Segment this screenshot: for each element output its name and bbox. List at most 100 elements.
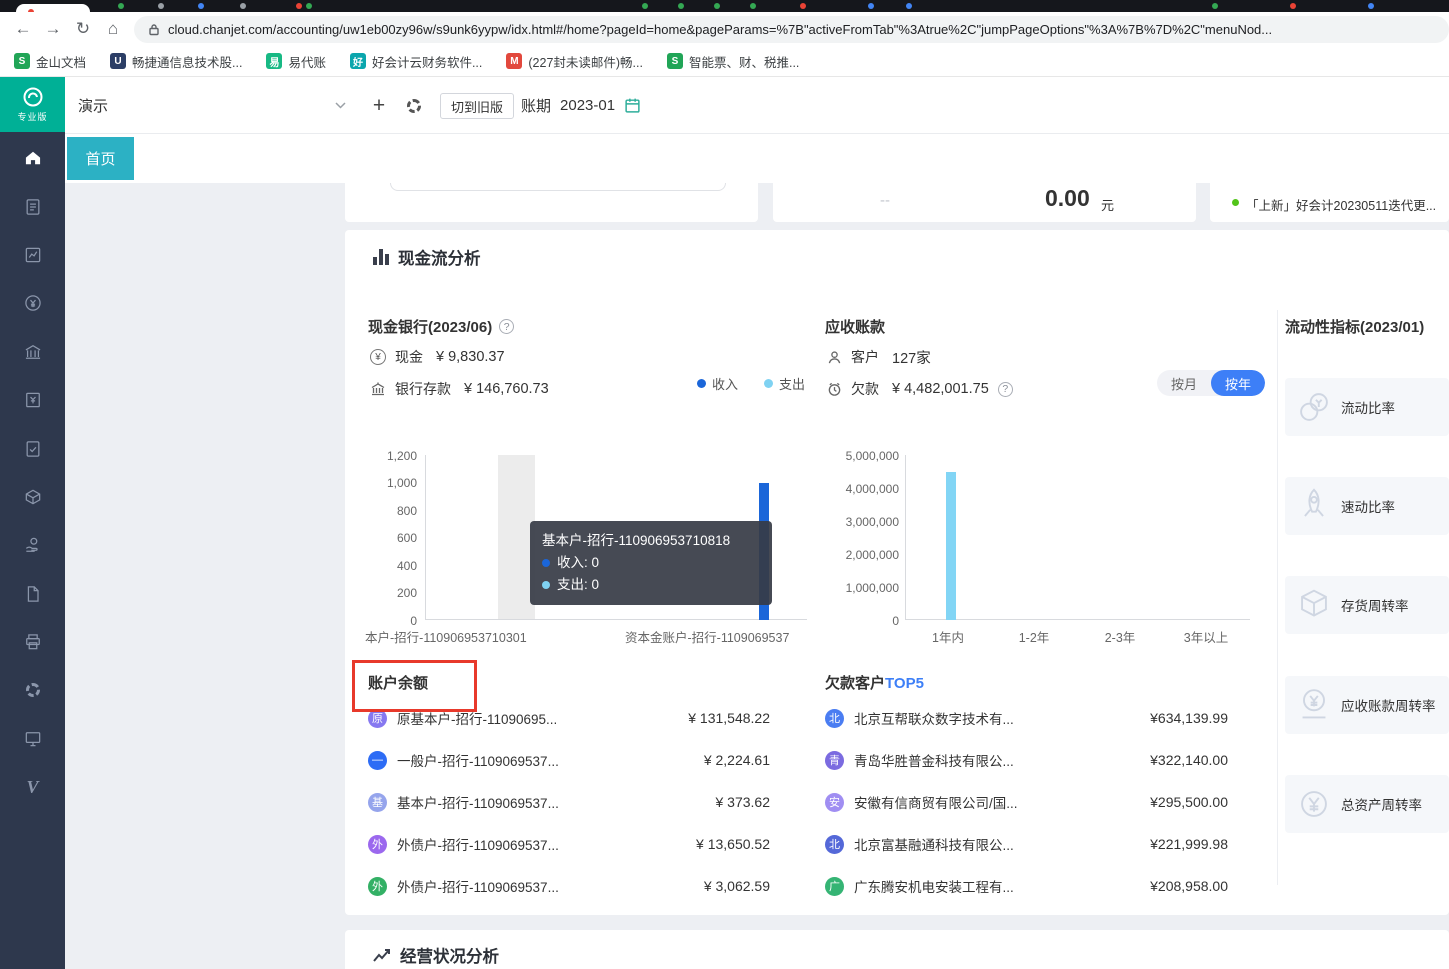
bookmark-favicon: S — [666, 53, 683, 69]
x-axis-label: 资本金账户-招行-1109069537 — [625, 631, 790, 645]
deposit-label: 银行存款 — [395, 381, 451, 397]
debtor-name: 青岛华胜普金科技有限公... — [854, 754, 1014, 769]
debtor-row[interactable]: 北 北京互帮联众数字技术有... ¥634,139.99 — [825, 706, 1228, 730]
receivable-title-text: 应收账款 — [825, 319, 886, 336]
settings-button[interactable] — [399, 77, 429, 134]
sidebar-item-settings[interactable] — [0, 666, 65, 714]
tab-favicon-dot[interactable] — [906, 3, 912, 9]
browser-tab-strip[interactable] — [0, 0, 1449, 15]
sidebar-item-printer[interactable] — [0, 618, 65, 666]
legend-expense[interactable]: 支出 — [764, 374, 805, 393]
tab-favicon-dot[interactable] — [306, 3, 312, 9]
browser-active-tab[interactable] — [16, 4, 90, 15]
sidebar-item-brand-v[interactable]: V — [0, 763, 65, 811]
forward-button[interactable]: → — [38, 19, 68, 39]
liquidity-item[interactable]: 速动比率 — [1285, 477, 1449, 535]
sidebar-item-asset[interactable] — [0, 328, 65, 376]
tab-favicon-dot[interactable] — [296, 3, 302, 9]
bookmark-item[interactable]: S 金山文档 — [14, 52, 86, 71]
debtor-row[interactable]: 青 青岛华胜普金科技有限公... ¥322,140.00 — [825, 748, 1228, 772]
tab-favicon-dot[interactable] — [642, 3, 648, 9]
sidebar-item-tax[interactable] — [0, 424, 65, 472]
tab-favicon-dot[interactable] — [714, 3, 720, 9]
liquidity-item[interactable]: 应收账款周转率 — [1285, 676, 1449, 734]
news-item[interactable]: 「上新」好会计20230511迭代更... — [1246, 195, 1436, 214]
debtor-name: 北京富基融通科技有限公... — [854, 838, 1014, 853]
aging-toggle: 按月 按年 — [1157, 370, 1265, 396]
screen: ← → ↻ ⌂ cloud.chanjet.com/accounting/uw1… — [0, 0, 1449, 969]
bookmark-item[interactable]: 易易代账 — [266, 52, 326, 71]
receivable-aging-chart[interactable] — [905, 455, 1250, 620]
back-button[interactable]: ← — [8, 19, 38, 39]
address-bar[interactable]: cloud.chanjet.com/accounting/uw1eb00zy96… — [134, 15, 1449, 43]
switch-old-version-button[interactable]: 切到旧版 — [440, 93, 515, 119]
tab-favicon-dot[interactable] — [1212, 3, 1218, 9]
liquidity-item[interactable]: 存货周转率 — [1285, 576, 1449, 634]
cash-icon: ¥ — [370, 349, 386, 365]
top5-title: 欠款客户TOP5 — [825, 672, 924, 693]
sidebar-item-invoice[interactable] — [0, 376, 65, 424]
tab-favicon-dot[interactable] — [198, 3, 204, 9]
tab-favicon-dot[interactable] — [868, 3, 874, 9]
stat-amount: 0.00 — [1045, 185, 1090, 211]
debtor-row[interactable]: 广 广东腾安机电安装工程有... ¥208,958.00 — [825, 874, 1228, 898]
chevron-down-icon — [335, 102, 346, 109]
workspace-select[interactable]: 演示 — [78, 77, 346, 134]
sidebar-item-funds[interactable] — [0, 279, 65, 327]
tab-home[interactable]: 首页 — [67, 137, 134, 180]
cash-row: ¥ 现金 ¥ 9,830.37 — [370, 346, 505, 368]
legend-income[interactable]: 收入 — [697, 374, 738, 393]
sidebar-item-report[interactable] — [0, 231, 65, 279]
sidebar-item-home[interactable] — [0, 134, 65, 182]
account-row[interactable]: 基 基本户-招行-1109069537... ¥ 373.62 — [368, 790, 770, 814]
calendar-icon[interactable] — [624, 97, 641, 114]
tab-favicon-dot[interactable] — [1368, 3, 1374, 9]
liquidity-item[interactable]: 流动比率 — [1285, 378, 1449, 436]
customers-label: 客户 — [851, 349, 879, 365]
period-value[interactable]: 2023-01 — [560, 97, 615, 114]
aging-bar[interactable] — [946, 472, 956, 620]
sidebar-item-inventory[interactable] — [0, 473, 65, 521]
account-name: 外债户-招行-1109069537... — [397, 880, 559, 895]
toggle-year[interactable]: 按年 — [1211, 370, 1265, 396]
account-row[interactable]: — 一般户-招行-1109069537... ¥ 2,224.61 — [368, 748, 770, 772]
yen-hand-icon — [1302, 689, 1326, 719]
y-axis-tick: 4,000,000 — [845, 482, 899, 496]
account-balance: ¥ 13,650.52 — [696, 836, 770, 852]
help-icon[interactable]: ? — [997, 381, 1013, 397]
bookmark-item[interactable]: 好好会计云财务软件... — [349, 52, 482, 71]
y-axis-tick: 1,000,000 — [845, 581, 899, 595]
tab-favicon-dot[interactable] — [158, 3, 164, 9]
debtor-name: 北京互帮联众数字技术有... — [854, 712, 1014, 727]
bookmark-item[interactable]: S 智能票、财、税推... — [666, 52, 799, 71]
tab-favicon-dot[interactable] — [1290, 3, 1296, 9]
bookmark-item[interactable]: M (227封未读邮件)畅... — [506, 52, 643, 71]
help-icon[interactable]: ? — [499, 319, 515, 334]
reload-button[interactable]: ↻ — [68, 19, 98, 39]
sidebar-item-archive[interactable] — [0, 570, 65, 618]
tab-favicon-dot[interactable] — [750, 3, 756, 9]
sidebar-item-voucher[interactable] — [0, 182, 65, 230]
debtor-row[interactable]: 北 北京富基融通科技有限公... ¥221,999.98 — [825, 832, 1228, 856]
cash-bank-title: 现金银行(2023/06) ? — [368, 316, 515, 337]
liquidity-title: 流动性指标(2023/01) — [1285, 316, 1424, 337]
liquidity-item[interactable]: 总资产周转率 — [1285, 775, 1449, 833]
x-axis-label: 1年内 — [932, 631, 964, 645]
toggle-month[interactable]: 按月 — [1157, 370, 1211, 396]
url-text[interactable]: cloud.chanjet.com/accounting/uw1eb00zy96… — [168, 22, 1272, 37]
app-logo[interactable]: 专业版 — [0, 77, 65, 132]
tab-favicon-dot[interactable] — [800, 3, 806, 9]
add-account-set-button[interactable]: + — [363, 77, 395, 134]
tab-favicon-dot[interactable] — [118, 3, 124, 9]
bookmark-item[interactable]: U 畅捷通信息技术股... — [110, 52, 242, 71]
tab-favicon-dot[interactable] — [678, 3, 684, 9]
tab-favicon-dot[interactable] — [240, 3, 246, 9]
home-button[interactable]: ⌂ — [98, 19, 128, 39]
sidebar-item-monitor[interactable] — [0, 715, 65, 763]
sidebar-item-salary[interactable] — [0, 521, 65, 569]
voucher-icon — [26, 198, 39, 215]
account-row[interactable]: 外 外债户-招行-1109069537... ¥ 13,650.52 — [368, 832, 770, 856]
debtor-row[interactable]: 安 安徽有信商贸有限公司/国... ¥295,500.00 — [825, 790, 1228, 814]
account-balance: ¥ 2,224.61 — [703, 752, 770, 768]
account-row[interactable]: 外 外债户-招行-1109069537... ¥ 3,062.59 — [368, 874, 770, 898]
